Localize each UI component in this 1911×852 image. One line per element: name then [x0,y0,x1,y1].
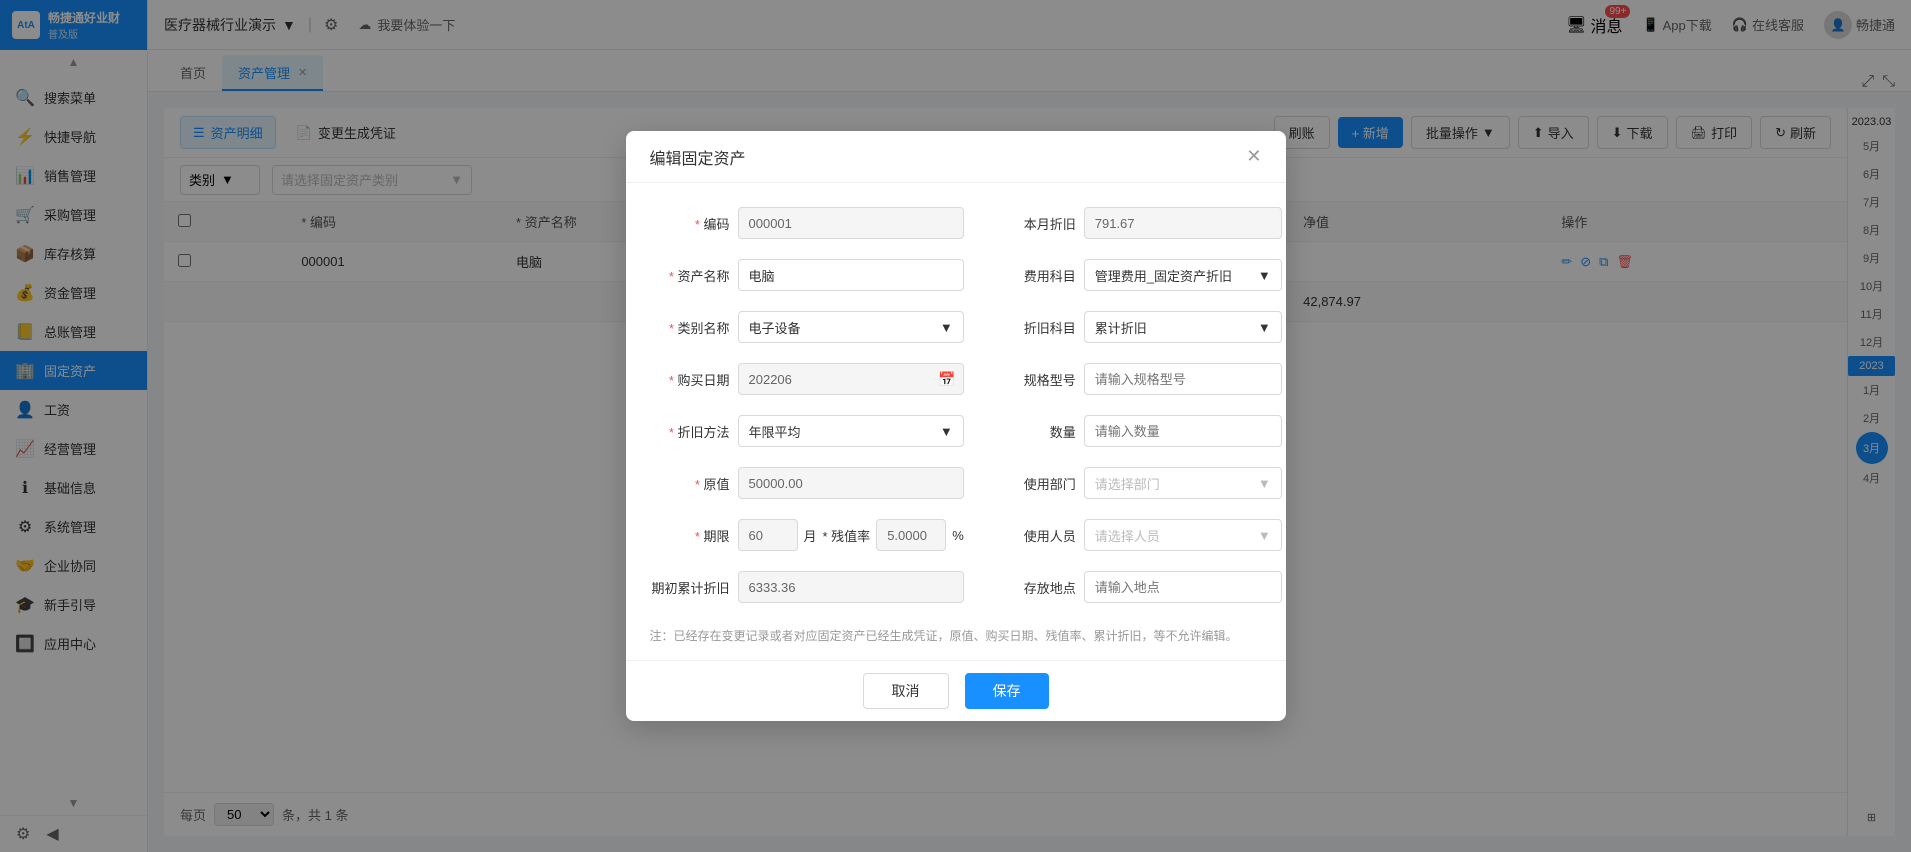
asset-name-label: 资产名称 [650,266,730,285]
expense-subject-label: 费用科目 [996,266,1076,285]
monthly-dep-label: 本月折旧 [996,214,1076,233]
dialog-note-text: 注：已经存在变更记录或者对应固定资产已经生成凭证，原值、购买日期、残值率、累计折… [650,629,1238,643]
dep-method-dropdown-icon: ▼ [940,424,953,439]
opening-accum-dep-label: 期初累计折旧 [650,578,730,597]
dep-subject-label: 折旧科目 [996,318,1076,337]
dep-subject-dropdown-icon: ▼ [1258,320,1271,335]
form-row-purchase-date: 购买日期 📅 [650,363,964,395]
dept-label: 使用部门 [996,474,1076,493]
location-label: 存放地点 [996,578,1076,597]
dep-subject-select[interactable]: 累计折旧 ▼ [1084,311,1282,343]
purchase-date-wrap: 📅 [738,363,964,395]
quantity-input[interactable] [1084,415,1282,447]
form-row-spec: 规格型号 [996,363,1282,395]
spec-input[interactable] [1084,363,1282,395]
form-row-dep-subject: 折旧科目 累计折旧 ▼ [996,311,1282,343]
original-value-label: 原值 [650,474,730,493]
period-unit: 月 [804,526,817,545]
dialog-close-btn[interactable]: ✕ [1246,146,1261,167]
dialog-body: 编码 本月折旧 资产名称 费用科目 管理费用_固定资产折旧 ▼ [626,183,1286,627]
opening-accum-dep-input[interactable] [738,571,964,603]
dialog-header: 编辑固定资产 ✕ [626,131,1286,183]
form-row-dep-method: 折旧方法 年限平均 ▼ [650,415,964,447]
dept-select[interactable]: 请选择部门 ▼ [1084,467,1282,499]
dep-subject-value: 累计折旧 [1095,318,1147,337]
form-row-original-value: 原值 [650,467,964,499]
dialog-footer: 取消 保存 [626,660,1286,721]
form-row-dept: 使用部门 请选择部门 ▼ [996,467,1282,499]
calendar-icon: 📅 [938,371,955,388]
save-button[interactable]: 保存 [965,673,1049,709]
dialog-title: 编辑固定资产 [650,145,746,169]
form-row-location: 存放地点 [996,571,1282,603]
code-input[interactable] [738,207,964,239]
category-label: 类别名称 [650,318,730,337]
monthly-dep-input [1084,207,1282,239]
form-row-period: 期限 月 * 残值率 % [650,519,964,551]
form-row-asset-name: 资产名称 [650,259,964,291]
user-placeholder: 请选择人员 [1095,526,1160,545]
modal-overlay: 编辑固定资产 ✕ 编码 本月折旧 资产名称 费用科目 管 [0,0,1911,852]
user-label: 使用人员 [996,526,1076,545]
expense-subject-value: 管理费用_固定资产折旧 [1095,266,1232,285]
form-row-expense-subject: 费用科目 管理费用_固定资产折旧 ▼ [996,259,1282,291]
residual-rate-unit: % [952,528,964,543]
form-row-code: 编码 [650,207,964,239]
code-label: 编码 [650,214,730,233]
dep-method-select[interactable]: 年限平均 ▼ [738,415,964,447]
original-value-input[interactable] [738,467,964,499]
purchase-date-input[interactable] [738,363,964,395]
dep-method-value: 年限平均 [749,422,801,441]
location-input[interactable] [1084,571,1282,603]
period-input[interactable] [738,519,798,551]
category-select[interactable]: 电子设备 ▼ [738,311,964,343]
residual-rate-label: * 残值率 [823,526,871,545]
asset-name-input[interactable] [738,259,964,291]
form-row-category: 类别名称 电子设备 ▼ [650,311,964,343]
spec-label: 规格型号 [996,370,1076,389]
quantity-label: 数量 [996,422,1076,441]
period-inline: 月 * 残值率 % [738,519,964,551]
edit-asset-dialog: 编辑固定资产 ✕ 编码 本月折旧 资产名称 费用科目 管 [626,131,1286,721]
dep-method-label: 折旧方法 [650,422,730,441]
purchase-date-label: 购买日期 [650,370,730,389]
dialog-note: 注：已经存在变更记录或者对应固定资产已经生成凭证，原值、购买日期、残值率、累计折… [626,627,1286,660]
expense-subject-dropdown-icon: ▼ [1258,268,1271,283]
form-row-opening-accum-dep: 期初累计折旧 [650,571,964,603]
dept-dropdown-icon: ▼ [1258,476,1271,491]
user-dropdown-icon: ▼ [1258,528,1271,543]
category-dropdown-icon: ▼ [940,320,953,335]
category-value: 电子设备 [749,318,801,337]
expense-subject-select[interactable]: 管理费用_固定资产折旧 ▼ [1084,259,1282,291]
residual-rate-input[interactable] [876,519,946,551]
form-row-quantity: 数量 [996,415,1282,447]
period-label: 期限 [650,526,730,545]
user-select[interactable]: 请选择人员 ▼ [1084,519,1282,551]
form-row-user: 使用人员 请选择人员 ▼ [996,519,1282,551]
cancel-button[interactable]: 取消 [863,673,949,709]
dept-placeholder: 请选择部门 [1095,474,1160,493]
form-row-monthly-dep: 本月折旧 [996,207,1282,239]
